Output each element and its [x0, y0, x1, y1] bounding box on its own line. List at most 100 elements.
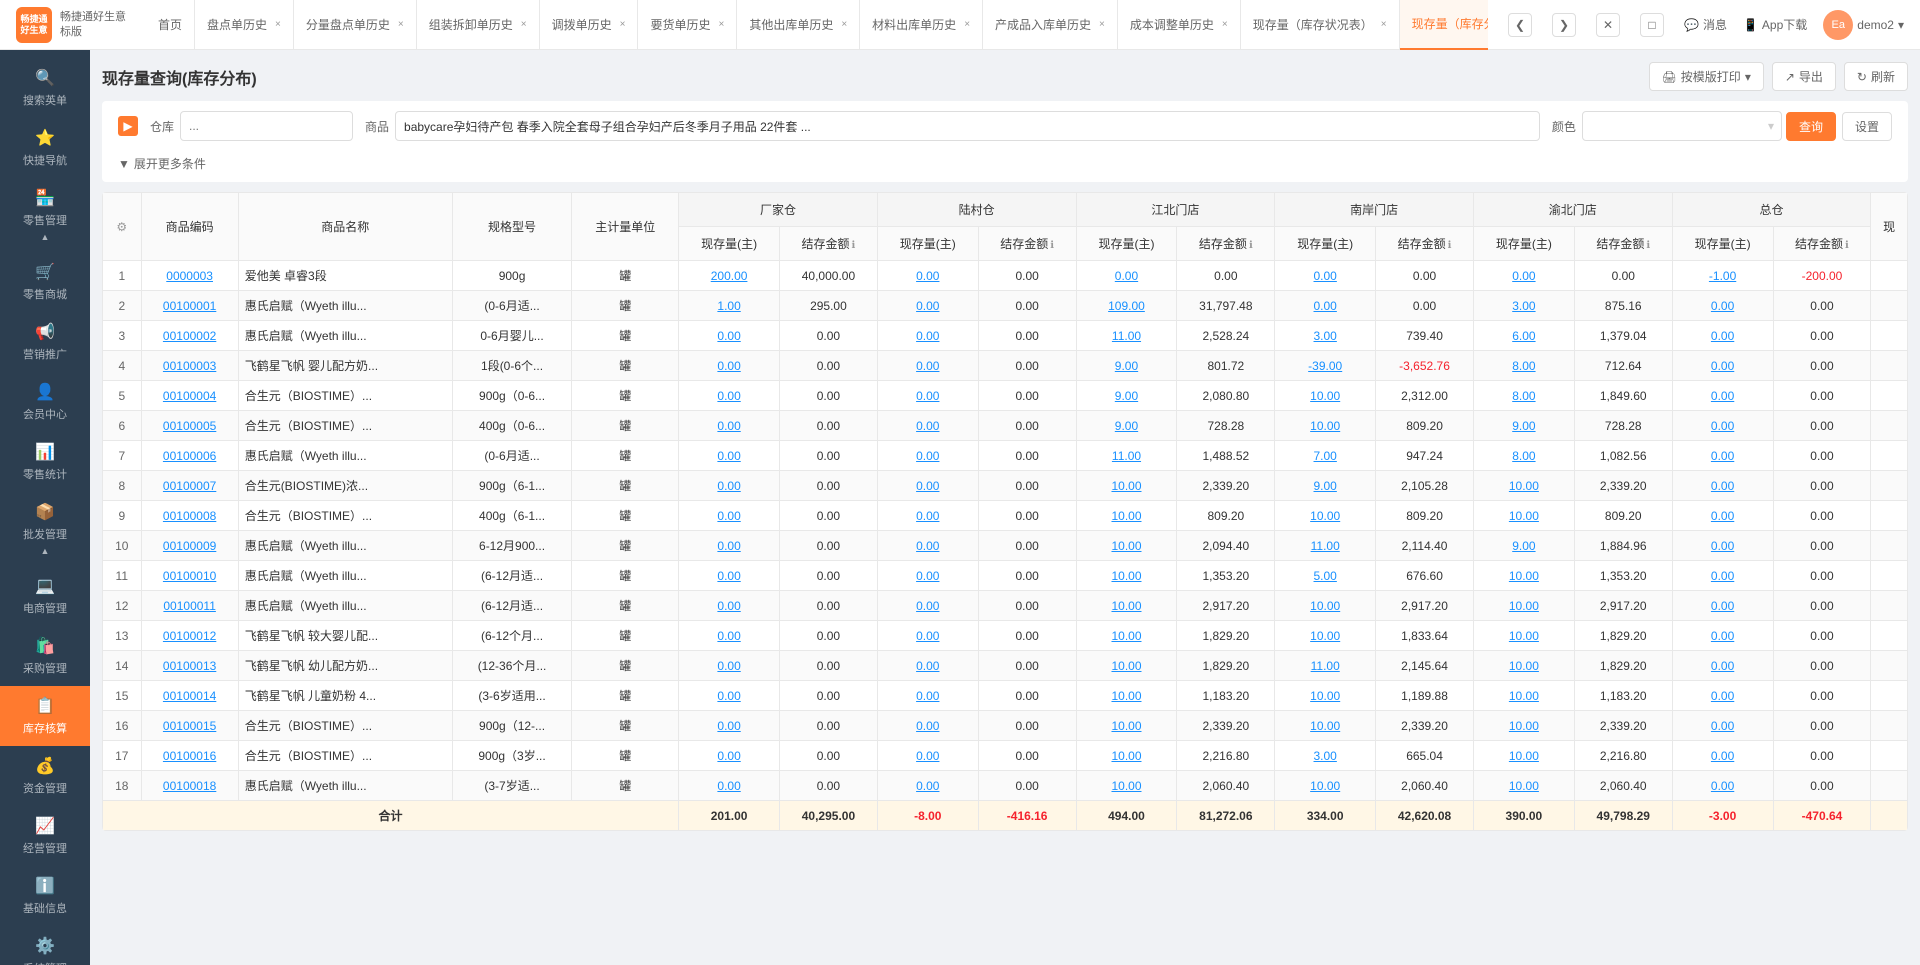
row-na-qty[interactable]: 10.00: [1275, 381, 1376, 411]
row-jb-qty[interactable]: 0.00: [1076, 261, 1177, 291]
row-l-qty[interactable]: 0.00: [877, 651, 978, 681]
row-l-qty[interactable]: 0.00: [877, 291, 978, 321]
tab---------[interactable]: 产成品入库单历史×: [983, 0, 1118, 50]
sidebar-item-----[interactable]: 📈 经营管理: [0, 806, 90, 866]
row-l-qty[interactable]: 0.00: [877, 531, 978, 561]
row-f-qty[interactable]: 0.00: [679, 471, 780, 501]
row-code[interactable]: 00100011: [141, 591, 238, 621]
row-yb-qty[interactable]: 10.00: [1473, 741, 1574, 771]
tab--------[interactable]: 组装拆卸单历史×: [417, 0, 540, 50]
row-f-qty[interactable]: 0.00: [679, 381, 780, 411]
tab-close-all[interactable]: ✕: [1596, 13, 1620, 37]
goods-input[interactable]: [395, 111, 1540, 141]
row-jb-qty[interactable]: 10.00: [1076, 531, 1177, 561]
row-f-qty[interactable]: 0.00: [679, 771, 780, 801]
row-f-qty[interactable]: 0.00: [679, 741, 780, 771]
row-f-qty[interactable]: 0.00: [679, 351, 780, 381]
app-download-button[interactable]: 📱 App下载: [1743, 16, 1807, 33]
row-code[interactable]: 00100002: [141, 321, 238, 351]
sidebar-item-----[interactable]: 🏪 零售管理 ▲: [0, 178, 90, 252]
row-z-qty[interactable]: 0.00: [1672, 321, 1773, 351]
row-jb-qty[interactable]: 9.00: [1076, 381, 1177, 411]
tab-close-icon[interactable]: ×: [964, 19, 970, 30]
row-na-qty[interactable]: 11.00: [1275, 651, 1376, 681]
row-f-qty[interactable]: 1.00: [679, 291, 780, 321]
row-yb-qty[interactable]: 3.00: [1473, 291, 1574, 321]
row-na-qty[interactable]: 10.00: [1275, 771, 1376, 801]
row-code[interactable]: 00100010: [141, 561, 238, 591]
row-l-qty[interactable]: 0.00: [877, 471, 978, 501]
sidebar-item-----[interactable]: ⭐ 快捷导航: [0, 118, 90, 178]
row-code[interactable]: 00100004: [141, 381, 238, 411]
row-yb-qty[interactable]: 9.00: [1473, 531, 1574, 561]
row-f-qty[interactable]: 0.00: [679, 441, 780, 471]
row-yb-qty[interactable]: 10.00: [1473, 771, 1574, 801]
refresh-button[interactable]: ↻ 刷新: [1844, 62, 1908, 91]
row-f-qty[interactable]: 0.00: [679, 321, 780, 351]
row-l-qty[interactable]: 0.00: [877, 261, 978, 291]
tab-close-icon[interactable]: ×: [841, 19, 847, 30]
settings-button[interactable]: 设置: [1842, 112, 1892, 141]
row-jb-qty[interactable]: 109.00: [1076, 291, 1177, 321]
row-yb-qty[interactable]: 9.00: [1473, 411, 1574, 441]
sidebar-item-----[interactable]: ⚙️ 系统管理: [0, 926, 90, 965]
row-na-qty[interactable]: 10.00: [1275, 621, 1376, 651]
row-yb-qty[interactable]: 10.00: [1473, 681, 1574, 711]
row-code[interactable]: 00100009: [141, 531, 238, 561]
tab---[interactable]: 首页: [146, 0, 195, 50]
row-f-qty[interactable]: 0.00: [679, 711, 780, 741]
row-z-qty[interactable]: 0.00: [1672, 621, 1773, 651]
sidebar-item-----[interactable]: 📦 批发管理 ▲: [0, 492, 90, 566]
row-jb-qty[interactable]: 10.00: [1076, 651, 1177, 681]
row-yb-qty[interactable]: 10.00: [1473, 471, 1574, 501]
tab------[interactable]: 盘点单历史×: [195, 0, 294, 50]
row-l-qty[interactable]: 0.00: [877, 351, 978, 381]
row-jb-qty[interactable]: 10.00: [1076, 681, 1177, 711]
row-z-qty[interactable]: 0.00: [1672, 531, 1773, 561]
row-f-qty[interactable]: 0.00: [679, 411, 780, 441]
row-z-qty[interactable]: 0.00: [1672, 561, 1773, 591]
query-button[interactable]: 查询: [1786, 112, 1836, 141]
row-code[interactable]: 00100014: [141, 681, 238, 711]
row-jb-qty[interactable]: 10.00: [1076, 741, 1177, 771]
tab-close-icon[interactable]: ×: [1381, 19, 1387, 30]
row-l-qty[interactable]: 0.00: [877, 681, 978, 711]
tab--------[interactable]: 成本调整单历史×: [1118, 0, 1241, 50]
row-l-qty[interactable]: 0.00: [877, 501, 978, 531]
row-z-qty[interactable]: 0.00: [1672, 711, 1773, 741]
row-l-qty[interactable]: 0.00: [877, 711, 978, 741]
row-z-qty[interactable]: 0.00: [1672, 291, 1773, 321]
row-jb-qty[interactable]: 10.00: [1076, 501, 1177, 531]
sidebar-item-----[interactable]: 📢 营销推广: [0, 312, 90, 372]
tab-----------[interactable]: 现存量（库存分布表）×: [1400, 0, 1488, 50]
row-l-qty[interactable]: 0.00: [877, 591, 978, 621]
filter-toggle-arrow[interactable]: ▶: [118, 116, 138, 136]
row-l-qty[interactable]: 0.00: [877, 621, 978, 651]
row-code[interactable]: 00100012: [141, 621, 238, 651]
print-button[interactable]: 🖨 按模版打印 ▾: [1649, 62, 1764, 91]
row-jb-qty[interactable]: 10.00: [1076, 621, 1177, 651]
row-f-qty[interactable]: 0.00: [679, 591, 780, 621]
sidebar-item-----[interactable]: 💰 资金管理: [0, 746, 90, 806]
row-code[interactable]: 00100008: [141, 501, 238, 531]
row-na-qty[interactable]: 3.00: [1275, 741, 1376, 771]
export-button[interactable]: ↗ 导出: [1772, 62, 1836, 91]
row-jb-qty[interactable]: 10.00: [1076, 711, 1177, 741]
row-code[interactable]: 00100016: [141, 741, 238, 771]
tab-close-icon[interactable]: ×: [620, 19, 626, 30]
row-jb-qty[interactable]: 11.00: [1076, 321, 1177, 351]
tab-close-icon[interactable]: ×: [398, 19, 404, 30]
row-na-qty[interactable]: 9.00: [1275, 471, 1376, 501]
filter-expand-button[interactable]: ▼ 展开更多条件: [118, 147, 1892, 172]
tab--------[interactable]: 材料出库单历史×: [860, 0, 983, 50]
row-code[interactable]: 00100005: [141, 411, 238, 441]
row-code[interactable]: 0000003: [141, 261, 238, 291]
row-jb-qty[interactable]: 11.00: [1076, 441, 1177, 471]
row-f-qty[interactable]: 0.00: [679, 651, 780, 681]
row-na-qty[interactable]: 10.00: [1275, 501, 1376, 531]
tab--------[interactable]: 分量盘点单历史×: [294, 0, 417, 50]
row-yb-qty[interactable]: 10.00: [1473, 711, 1574, 741]
row-code[interactable]: 00100001: [141, 291, 238, 321]
row-f-qty[interactable]: 0.00: [679, 561, 780, 591]
row-l-qty[interactable]: 0.00: [877, 441, 978, 471]
